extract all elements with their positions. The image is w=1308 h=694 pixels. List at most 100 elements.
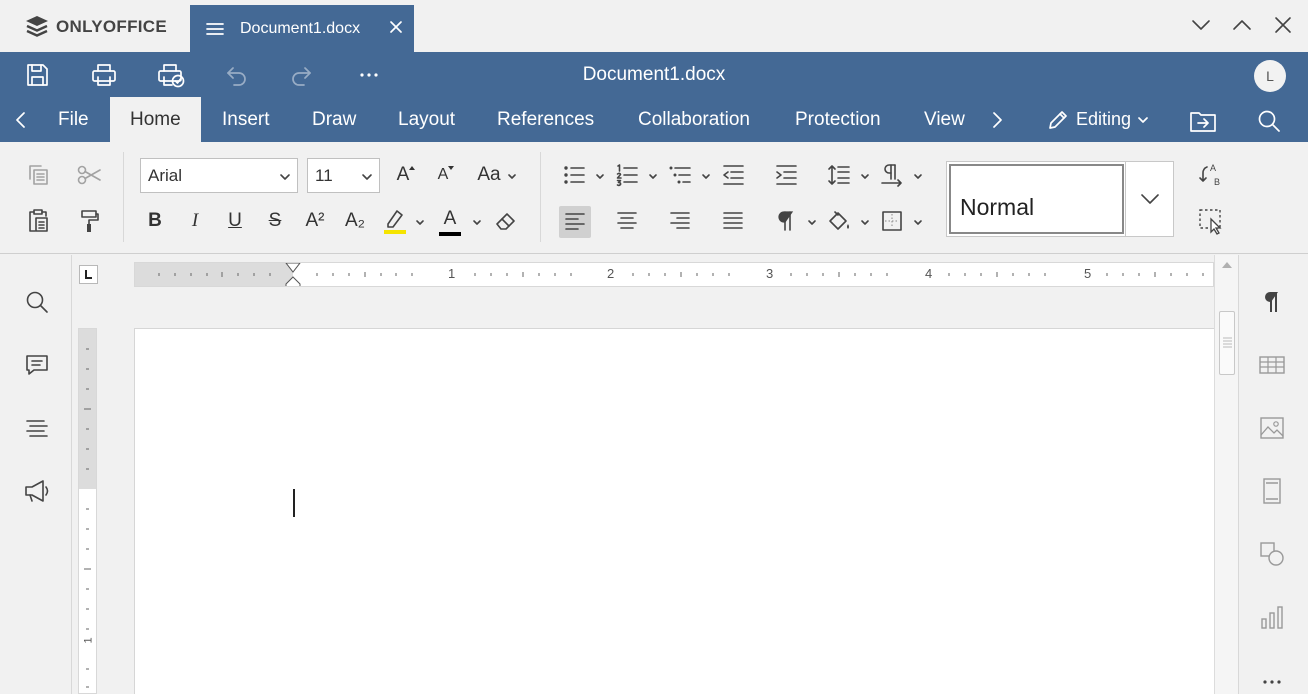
underline-button[interactable]: U: [220, 206, 250, 236]
font-size-select[interactable]: 11: [307, 158, 380, 193]
increase-indent-icon: [776, 165, 797, 185]
bullets-button[interactable]: [559, 160, 589, 190]
bulleted-list-icon: [564, 166, 585, 184]
clear-style-button[interactable]: [491, 206, 521, 236]
shape-settings-button[interactable]: [1257, 539, 1287, 569]
subscript-button[interactable]: A₂: [340, 206, 370, 236]
tab-stop-selector[interactable]: [79, 265, 98, 284]
vertical-ruler[interactable]: 1: [78, 328, 97, 694]
styles-expand-button[interactable]: [1125, 162, 1173, 236]
shapes-icon: [1260, 542, 1284, 566]
text-direction-icon: [881, 164, 902, 187]
align-left-button[interactable]: [559, 206, 591, 238]
multilevel-list-button[interactable]: [665, 160, 695, 190]
scroll-up-arrow-icon[interactable]: [1221, 261, 1233, 269]
superscript-glyph: A²: [305, 210, 325, 231]
paragraph-settings-button[interactable]: [1257, 287, 1287, 317]
find-replace-icon: A B: [1199, 163, 1220, 187]
chart-settings-button[interactable]: [1257, 602, 1287, 632]
shading-button[interactable]: [824, 206, 854, 236]
chevron-down-icon[interactable]: [913, 172, 923, 182]
font-color-button[interactable]: A: [435, 206, 465, 236]
scrollbar-thumb[interactable]: [1219, 311, 1235, 375]
strikethrough-button[interactable]: S: [260, 206, 290, 236]
style-normal[interactable]: Normal: [949, 164, 1124, 234]
chevron-down-icon[interactable]: [472, 218, 482, 228]
decrease-font-button[interactable]: A: [428, 160, 458, 190]
left-search-button[interactable]: [22, 287, 52, 317]
numbering-button[interactable]: [612, 160, 642, 190]
increase-indent-button[interactable]: [771, 160, 801, 190]
comments-button[interactable]: [22, 350, 52, 380]
tab-protection[interactable]: Protection: [775, 97, 901, 142]
editing-mode-dropdown[interactable]: Editing: [1046, 97, 1149, 142]
replace-button[interactable]: A B: [1196, 160, 1226, 190]
select-all-button[interactable]: [1196, 206, 1226, 236]
chevron-down-icon[interactable]: [507, 172, 517, 182]
vertical-scrollbar[interactable]: [1214, 255, 1238, 694]
tab-view[interactable]: View: [904, 97, 984, 142]
document-page[interactable]: [134, 328, 1214, 694]
navigation-button[interactable]: [22, 413, 52, 443]
chevron-down-icon[interactable]: [648, 172, 658, 182]
chevron-down-icon[interactable]: [913, 218, 923, 228]
chevron-down-icon[interactable]: [860, 172, 870, 182]
increase-font-button[interactable]: A: [388, 160, 418, 190]
paragraph-direction-button[interactable]: [877, 160, 907, 190]
tab-collaboration[interactable]: Collaboration: [618, 97, 770, 142]
select-icon: [1199, 209, 1222, 235]
copy-button[interactable]: [23, 160, 53, 190]
justify-button[interactable]: [718, 206, 748, 236]
cut-button[interactable]: [74, 160, 104, 190]
decrease-indent-button[interactable]: [718, 160, 748, 190]
right-sidebar-more-button[interactable]: [1257, 665, 1287, 694]
tab-references[interactable]: References: [477, 97, 614, 142]
horizontal-ruler[interactable]: 1 2 3 4 5: [134, 262, 1214, 287]
borders-button[interactable]: [877, 206, 907, 236]
italic-button[interactable]: I: [180, 206, 210, 236]
scroll-tabs-left-icon[interactable]: [12, 110, 30, 130]
maximize-window-icon[interactable]: [1231, 14, 1253, 36]
chevron-down-icon[interactable]: [807, 218, 817, 228]
align-right-button[interactable]: [665, 206, 695, 236]
close-window-icon[interactable]: [1272, 14, 1294, 36]
align-center-button[interactable]: [612, 206, 642, 236]
header-footer-settings-button[interactable]: [1257, 476, 1287, 506]
bold-button[interactable]: B: [140, 206, 170, 236]
table-settings-button[interactable]: [1257, 350, 1287, 380]
font-color-glyph: A: [443, 208, 457, 229]
font-name-select[interactable]: Arial: [140, 158, 298, 193]
editing-mode-label: Editing: [1076, 109, 1132, 129]
chevron-down-icon[interactable]: [701, 172, 711, 182]
open-file-location-icon[interactable]: [1189, 109, 1217, 133]
copy-style-button[interactable]: [74, 206, 104, 236]
tab-file[interactable]: File: [38, 97, 109, 142]
nonprinting-characters-button[interactable]: [771, 206, 801, 236]
line-spacing-button[interactable]: [824, 160, 854, 190]
highlight-color-button[interactable]: [380, 206, 410, 236]
search-icon[interactable]: [1256, 108, 1282, 134]
chart-icon: [1261, 606, 1283, 629]
tab-layout[interactable]: Layout: [378, 97, 475, 142]
document-tab[interactable]: Document1.docx: [190, 5, 414, 52]
ruler-number: 1: [448, 266, 456, 281]
image-settings-button[interactable]: [1257, 413, 1287, 443]
paste-button[interactable]: [23, 206, 53, 236]
tab-draw[interactable]: Draw: [292, 97, 376, 142]
superscript-button[interactable]: A²: [300, 206, 330, 236]
change-case-button[interactable]: Aa: [472, 160, 506, 190]
chevron-down-icon[interactable]: [595, 172, 605, 182]
left-tab-icon: [85, 270, 92, 279]
hamburger-menu-icon[interactable]: [206, 22, 224, 36]
tab-insert[interactable]: Insert: [202, 97, 290, 142]
increase-arrow-icon: [409, 166, 415, 170]
tab-home[interactable]: Home: [110, 97, 201, 142]
minimize-window-icon[interactable]: [1190, 14, 1212, 36]
megaphone-icon: [25, 480, 49, 502]
chevron-down-icon[interactable]: [415, 218, 425, 228]
chevron-down-icon[interactable]: [860, 218, 870, 228]
close-tab-icon[interactable]: [388, 19, 404, 35]
scroll-tabs-right-icon[interactable]: [988, 110, 1006, 130]
feedback-button[interactable]: [22, 476, 52, 506]
user-avatar[interactable]: L: [1254, 60, 1286, 92]
